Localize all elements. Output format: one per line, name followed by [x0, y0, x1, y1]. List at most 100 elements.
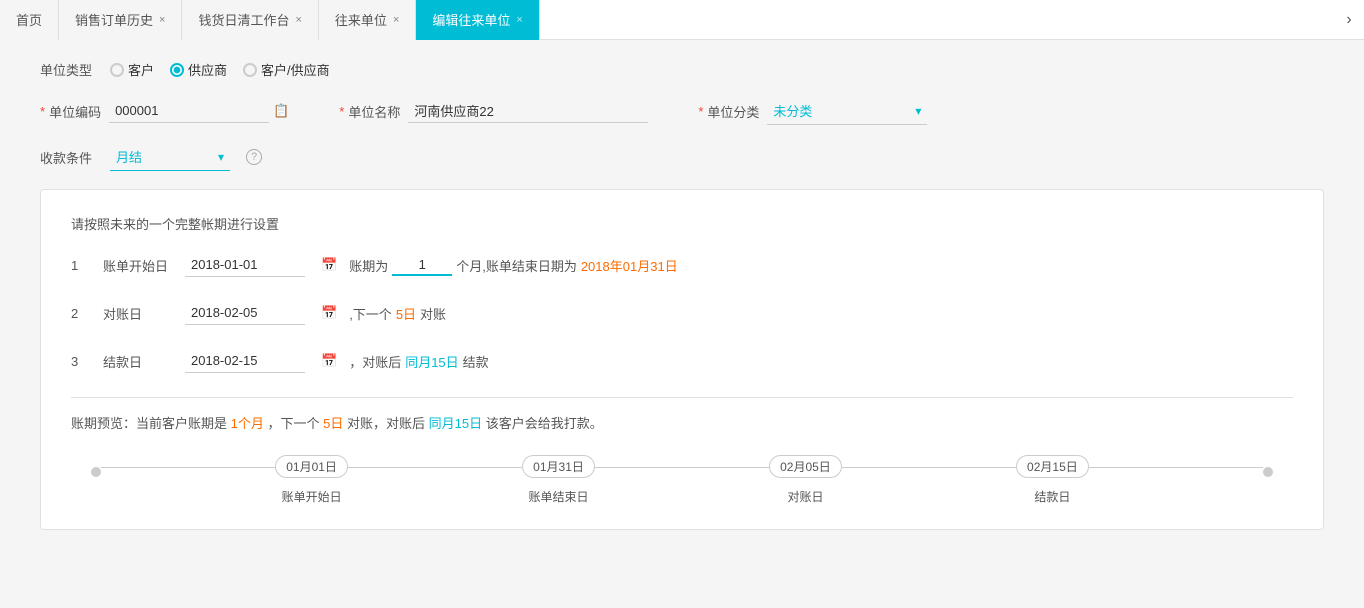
tab-daily-clear-label: 钱货日清工作台: [198, 10, 289, 29]
payment-terms-section: 收款条件 月结 ▾ ?: [40, 143, 1324, 171]
tab-sales-history[interactable]: 销售订单历史 ×: [59, 0, 182, 40]
unit-code-label: 单位编码: [49, 102, 101, 121]
unit-type-label: 单位类型: [40, 60, 92, 79]
radio-both-circle: [243, 63, 257, 77]
tab-more-button[interactable]: ›: [1334, 11, 1364, 29]
period-end-date: 2018年01月31日: [581, 256, 678, 275]
tab-bar: 首页 销售订单历史 × 钱货日清工作台 × 往来单位 × 编辑往来单位 × ›: [0, 0, 1364, 40]
tab-edit-partner[interactable]: 编辑往来单位 ×: [416, 0, 539, 40]
unit-category-value: 未分类: [773, 101, 911, 120]
recon-date-calendar-icon[interactable]: 📅: [321, 305, 337, 321]
payment-date-calendar-icon[interactable]: 📅: [321, 353, 337, 369]
radio-customer-circle: [110, 63, 124, 77]
unit-code-input[interactable]: [109, 99, 269, 123]
timeline-container: 01月01日 账单开始日 01月31日 账单结束日 02月05日: [71, 455, 1293, 505]
payment-highlight: 同月15日: [405, 352, 458, 371]
tab-partner-close[interactable]: ×: [393, 14, 399, 26]
timeline-connector-3: [842, 467, 1016, 468]
unit-name-label: 单位名称: [348, 102, 400, 121]
radio-customer[interactable]: 客户: [110, 60, 154, 79]
timeline-node-2-label: 账单结束日: [529, 488, 589, 505]
recon-suffix: 对账: [420, 304, 446, 323]
payment-suffix: 结款: [463, 352, 489, 371]
setting-row-1: 1 账单开始日 📅 账期为 个月,账单结束日期为 2018年01月31日: [71, 253, 1293, 277]
row-2-label: 对账日: [103, 304, 173, 323]
row-3-label: 结款日: [103, 352, 173, 371]
timeline-node-4-badge: 02月15日: [1016, 455, 1089, 478]
setting-row-2: 2 对账日 📅 ,下一个 5日 对账: [71, 301, 1293, 325]
tab-edit-partner-label: 编辑往来单位: [432, 10, 510, 29]
tab-daily-clear-close[interactable]: ×: [295, 14, 301, 26]
tab-sales-history-label: 销售订单历史: [75, 10, 153, 29]
help-icon[interactable]: ?: [246, 149, 262, 165]
tab-home-label: 首页: [16, 10, 42, 29]
timeline-node-4: 02月15日 结款日: [1016, 455, 1089, 505]
row-1-desc: 账期为 个月,账单结束日期为 2018年01月31日: [349, 255, 677, 276]
tab-edit-partner-close[interactable]: ×: [516, 14, 522, 26]
row-3-desc: ，对账后 同月15日 结款: [349, 352, 489, 371]
start-date-input[interactable]: [185, 253, 305, 277]
setting-row-3: 3 结款日 📅 ，对账后 同月15日 结款: [71, 349, 1293, 373]
tab-partner[interactable]: 往来单位 ×: [319, 0, 416, 40]
preview-part1: 1个月: [231, 416, 264, 431]
timeline-connector-1: [348, 467, 522, 468]
unit-name-group: * 单位名称: [339, 99, 648, 123]
row-3-num: 3: [71, 354, 91, 369]
unit-type-section: 单位类型 客户 供应商 客户/供应商: [40, 60, 1324, 79]
card-title: 请按照未来的一个完整帐期进行设置: [71, 214, 1293, 233]
timeline-left-dot: [91, 467, 101, 477]
tab-home[interactable]: 首页: [0, 0, 59, 40]
payment-prefix: ，对账后: [349, 352, 401, 371]
timeline-node-1-label: 账单开始日: [282, 488, 342, 505]
recon-date-input[interactable]: [185, 301, 305, 325]
unit-code-copy-icon[interactable]: 📋: [273, 103, 289, 119]
row-1-num: 1: [71, 258, 91, 273]
tab-daily-clear[interactable]: 钱货日清工作台 ×: [182, 0, 318, 40]
start-date-calendar-icon[interactable]: 📅: [321, 257, 337, 273]
payment-terms-arrow-icon: ▾: [218, 150, 224, 164]
timeline-right-dot: [1263, 467, 1273, 477]
unit-category-select[interactable]: 未分类 ▾: [767, 97, 927, 125]
unit-category-group: * 单位分类 未分类 ▾: [698, 97, 927, 125]
payment-terms-label: 收款条件: [40, 148, 92, 167]
preview-prefix: 账期预览：当前客户账期是: [71, 416, 227, 431]
payment-terms-select[interactable]: 月结 ▾: [110, 143, 230, 171]
preview-mid1: ，下一个: [268, 416, 320, 431]
unit-code-group: * 单位编码 📋: [40, 99, 289, 123]
timeline-node-4-label: 结款日: [1034, 488, 1070, 505]
payment-date-input[interactable]: [185, 349, 305, 373]
unit-name-input[interactable]: [408, 99, 648, 123]
timeline-connector-0: [101, 467, 275, 468]
timeline-node-1-badge: 01月01日: [275, 455, 348, 478]
radio-customer-label: 客户: [128, 60, 154, 79]
unit-name-required: *: [339, 104, 344, 119]
period-months-label: 个月,账单结束日期为: [456, 256, 577, 275]
preview-section: 账期预览：当前客户账期是 1个月 ，下一个 5日 对账，对账后 同月15日 该客…: [71, 397, 1293, 505]
unit-type-radio-group: 客户 供应商 客户/供应商: [110, 60, 330, 79]
radio-both[interactable]: 客户/供应商: [243, 60, 330, 79]
settings-card: 请按照未来的一个完整帐期进行设置 1 账单开始日 📅 账期为 个月,账单结束日期…: [40, 189, 1324, 530]
timeline-node-3-badge: 02月05日: [769, 455, 842, 478]
radio-both-label: 客户/供应商: [261, 60, 330, 79]
radio-supplier-label: 供应商: [188, 60, 227, 79]
unit-category-required: *: [698, 104, 703, 119]
payment-terms-value: 月结: [116, 147, 214, 166]
preview-part3: 同月15日: [429, 416, 482, 431]
preview-mid2: 对账，对账后: [347, 416, 425, 431]
unit-info-section: * 单位编码 📋 * 单位名称 * 单位分类 未分类 ▾: [40, 97, 1324, 125]
row-1-label: 账单开始日: [103, 256, 173, 275]
radio-supplier[interactable]: 供应商: [170, 60, 227, 79]
timeline-connector-4: [1089, 467, 1263, 468]
period-input[interactable]: [392, 255, 452, 276]
timeline-connector-2: [595, 467, 769, 468]
row-2-desc: ,下一个 5日 对账: [349, 304, 446, 323]
recon-highlight: 5日: [396, 304, 416, 323]
timeline-node-1: 01月01日 账单开始日: [275, 455, 348, 505]
timeline-node-2-badge: 01月31日: [522, 455, 595, 478]
unit-category-label: 单位分类: [707, 102, 759, 121]
tab-sales-history-close[interactable]: ×: [159, 14, 165, 26]
unit-category-arrow-icon: ▾: [915, 104, 921, 118]
row-2-num: 2: [71, 306, 91, 321]
recon-prefix: ,下一个: [349, 304, 392, 323]
timeline-node-2: 01月31日 账单结束日: [522, 455, 595, 505]
